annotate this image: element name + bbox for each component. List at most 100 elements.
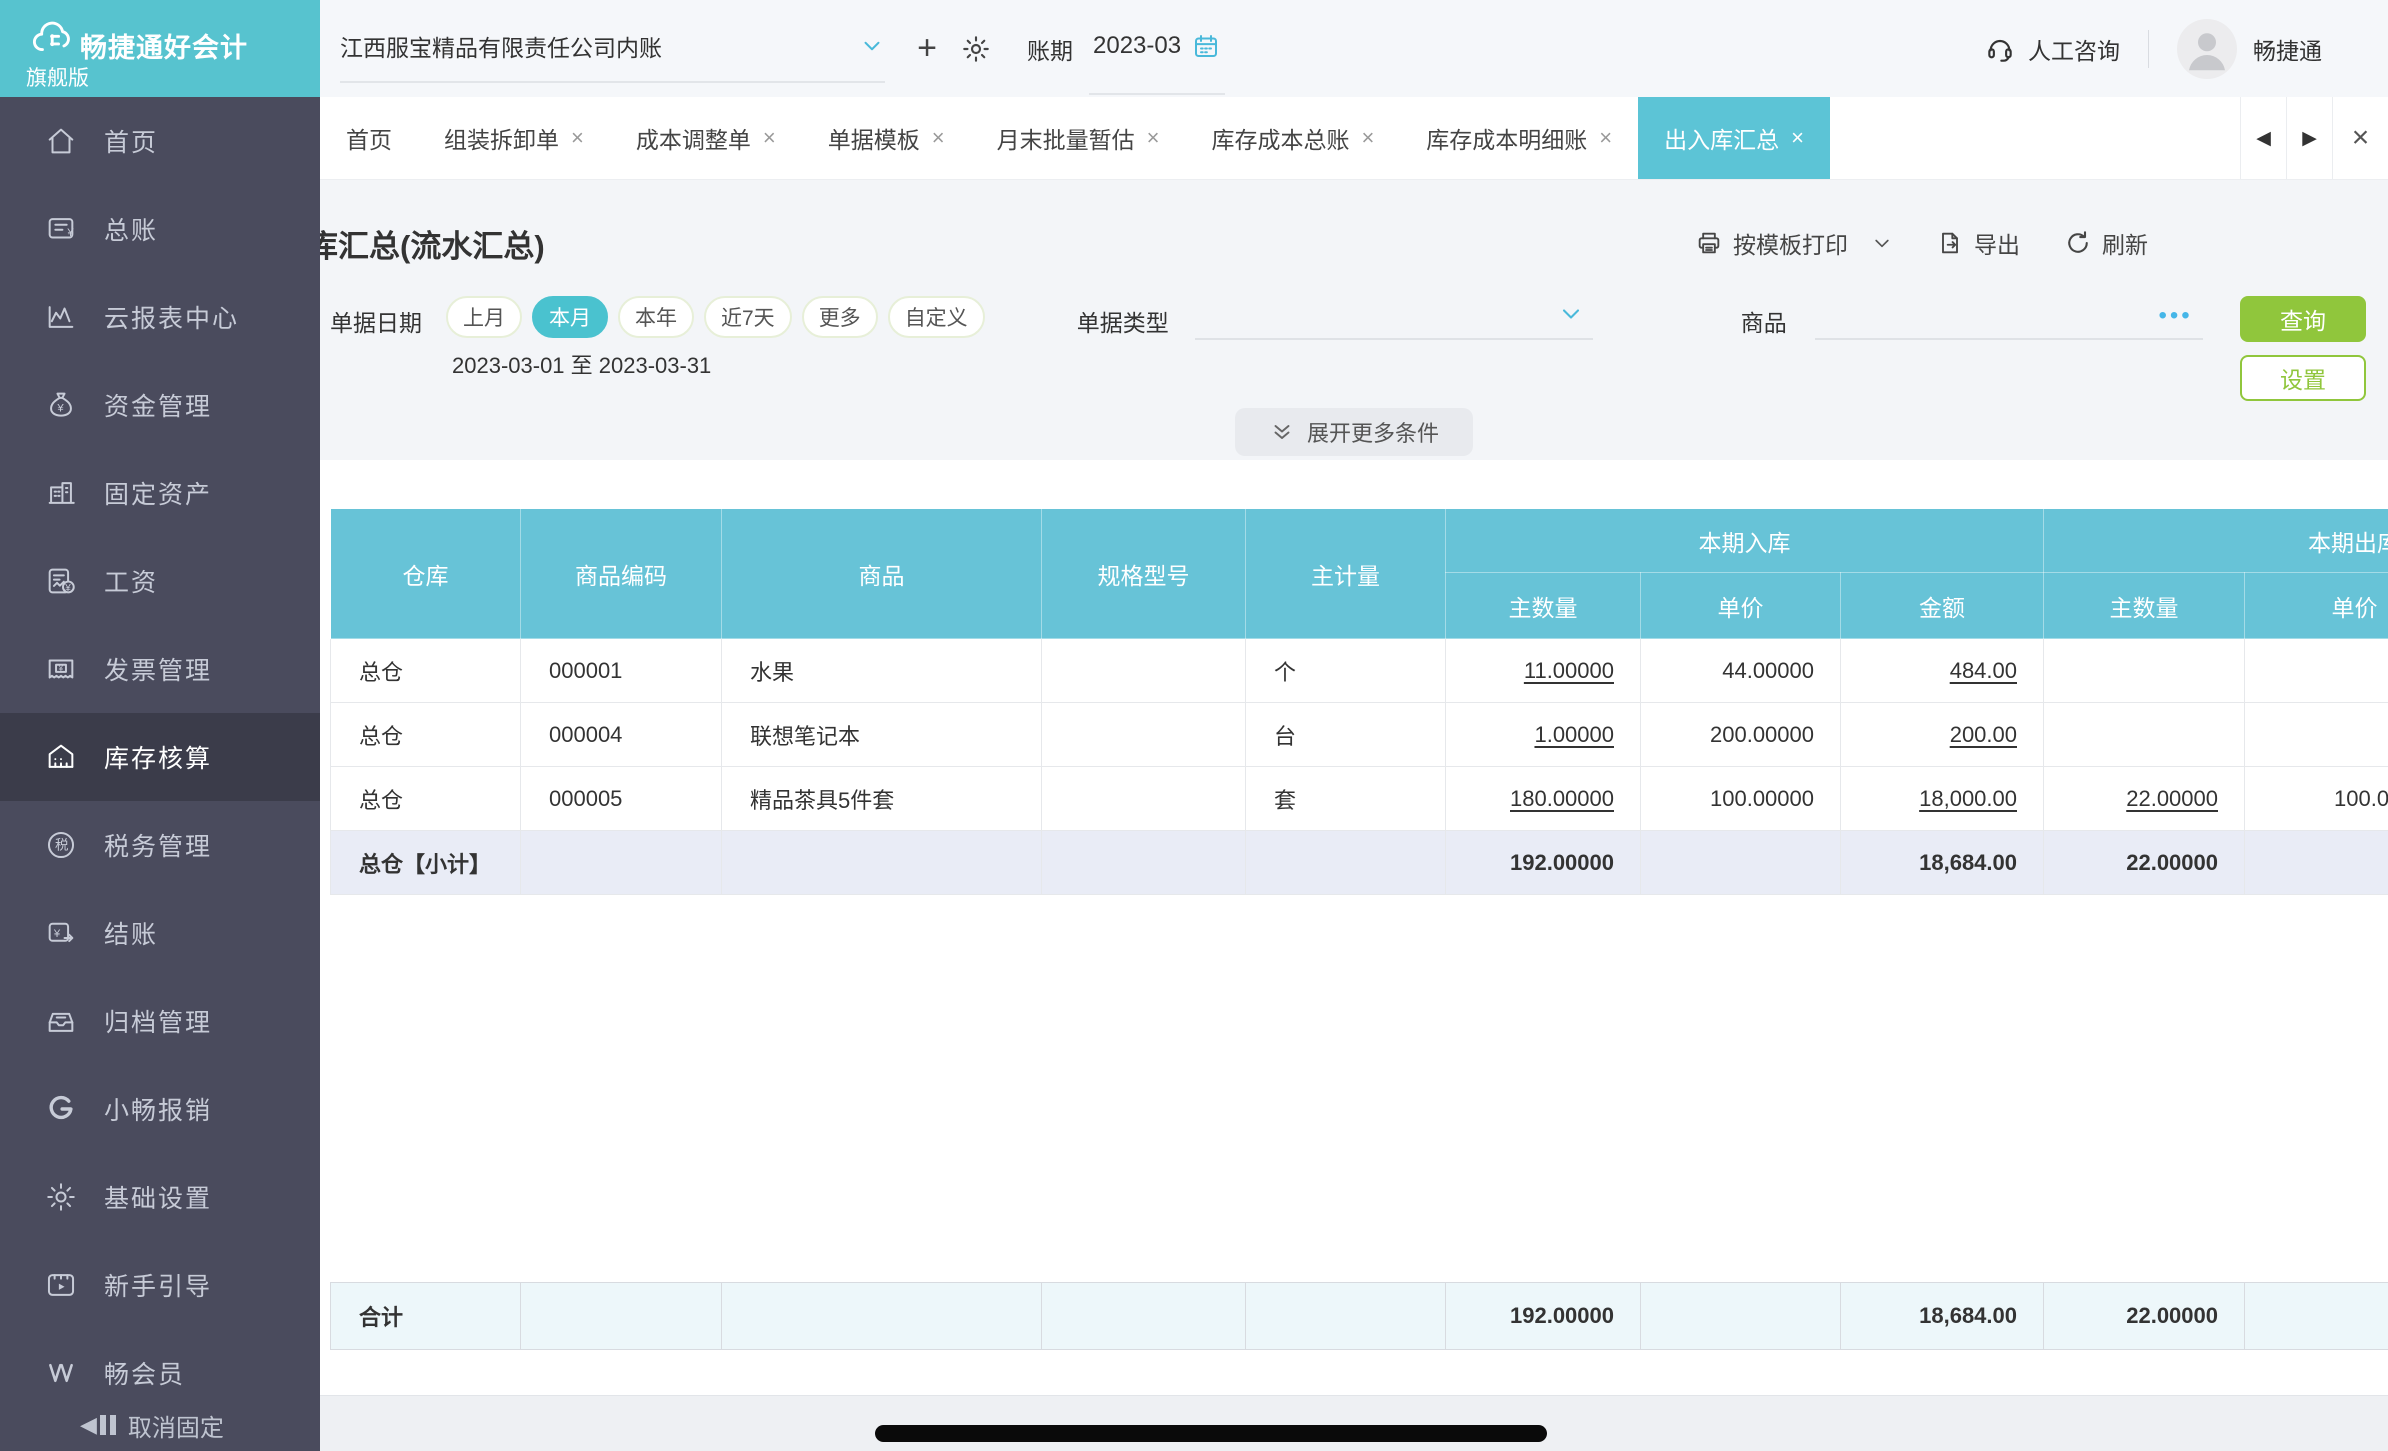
tab-stock-io-summary[interactable]: 出入库汇总 × bbox=[1638, 97, 1831, 179]
col-product: 商品 bbox=[721, 508, 1042, 639]
sidebar-item-archive[interactable]: 归档管理 bbox=[0, 977, 320, 1065]
print-by-template-button[interactable]: 按模板打印 bbox=[1695, 226, 1892, 260]
open-tabs: 首页 组装拆卸单 × 成本调整单 × 单据模板 × 月末批量暂估 × 库存成本总账 × bbox=[320, 97, 1831, 179]
sidebar-item-inventory[interactable]: 库存核算 bbox=[0, 713, 320, 801]
export-button[interactable]: 导出 bbox=[1936, 226, 2020, 260]
page-header: 出入库汇总(流水汇总) 按模板打印 bbox=[320, 180, 2388, 280]
drilldown-link[interactable]: 200.00 bbox=[1950, 722, 2017, 747]
expand-more-conditions[interactable]: 展开更多条件 bbox=[1234, 408, 1473, 456]
sidebar-item-closing[interactable]: ¥ 结账 bbox=[0, 889, 320, 977]
close-icon[interactable]: × bbox=[932, 125, 945, 151]
col-warehouse: 仓库 bbox=[330, 508, 521, 639]
ellipsis-icon[interactable]: ••• bbox=[2158, 304, 2192, 328]
sidebar-item-guide[interactable]: 新手引导 bbox=[0, 1241, 320, 1329]
sidebar-item-funds[interactable]: ¥ 资金管理 bbox=[0, 361, 320, 449]
tab-cost-adjust[interactable]: 成本调整单 × bbox=[610, 97, 802, 179]
sidebar-item-tax[interactable]: 税 税务管理 bbox=[0, 801, 320, 889]
company-selector[interactable]: 江西服宝精品有限责任公司内账 bbox=[340, 10, 885, 83]
subtotal-row: 总仓【小计】 192.00000 18,684.00 22.00000 bbox=[330, 830, 2388, 895]
pill-custom[interactable]: 自定义 bbox=[887, 296, 985, 338]
tab-home[interactable]: 首页 bbox=[320, 97, 418, 179]
cell-code: 000005 bbox=[520, 766, 722, 831]
drilldown-link[interactable]: 22.00000 bbox=[2126, 786, 2218, 811]
col-in-amount: 金额 bbox=[1840, 572, 2044, 639]
sidebar-menu: 首页 ¥ 总账 云报表中心 ¥ 资金管理 固定资产 ¥ 工资 ¥ 发票管理 库存… bbox=[0, 97, 320, 1417]
sidebar-item-label: 云报表中心 bbox=[104, 305, 240, 333]
user-name[interactable]: 畅捷通 bbox=[2253, 32, 2322, 66]
tab-stock-cost-detail[interactable]: 库存成本明细账 × bbox=[1400, 97, 1638, 179]
drilldown-link[interactable]: 11.00000 bbox=[1524, 658, 1614, 683]
tab-scroll-left-button[interactable]: ◀ bbox=[2240, 97, 2286, 179]
cell-spec bbox=[1041, 702, 1246, 767]
cell-total-label: 合计 bbox=[330, 1282, 521, 1350]
sidebar-item-label: 基础设置 bbox=[104, 1185, 213, 1213]
cell-product: 水果 bbox=[721, 638, 1042, 703]
date-filter-label: 单据日期 bbox=[330, 310, 422, 336]
pill-last-7-days[interactable]: 近7天 bbox=[704, 296, 792, 338]
pill-more[interactable]: 更多 bbox=[801, 296, 878, 338]
close-icon[interactable]: × bbox=[1361, 125, 1374, 151]
chevron-down-icon[interactable] bbox=[1872, 233, 1892, 253]
cell-warehouse: 总仓 bbox=[330, 638, 521, 703]
close-icon[interactable]: × bbox=[1599, 125, 1612, 151]
product-picker-field[interactable]: ••• bbox=[1814, 296, 2203, 340]
tab-month-end-estimate[interactable]: 月末批量暂估 × bbox=[971, 97, 1186, 179]
pill-this-year[interactable]: 本年 bbox=[618, 296, 694, 338]
sidebar-item-payroll[interactable]: ¥ 工资 bbox=[0, 537, 320, 625]
sidebar-item-general-ledger[interactable]: ¥ 总账 bbox=[0, 185, 320, 273]
tax-icon: 税 bbox=[44, 828, 78, 862]
drilldown-link[interactable]: 1.00000 bbox=[1534, 722, 1614, 747]
close-icon[interactable]: × bbox=[763, 125, 776, 151]
cell-in-amount: 200.00 bbox=[1840, 702, 2044, 767]
unpin-sidebar-button[interactable]: ◀ 取消固定 bbox=[0, 1399, 320, 1451]
expense-logo-icon bbox=[44, 1092, 78, 1126]
pill-last-month[interactable]: 上月 bbox=[446, 296, 522, 338]
payroll-icon: ¥ bbox=[44, 564, 78, 598]
support-button[interactable]: 人工咨询 bbox=[1984, 32, 2120, 66]
settings-button[interactable]: 设置 bbox=[2240, 355, 2366, 401]
close-icon[interactable]: × bbox=[1147, 125, 1160, 151]
page-actions: 按模板打印 导出 刷新 bbox=[1695, 226, 2148, 260]
report-chart-icon bbox=[44, 300, 78, 334]
sidebar-item-home[interactable]: 首页 bbox=[0, 97, 320, 185]
svg-text:¥: ¥ bbox=[66, 227, 74, 239]
close-icon[interactable]: × bbox=[1791, 125, 1804, 151]
page-title: 出入库汇总(流水汇总) bbox=[320, 228, 545, 264]
cell-subtotal-label: 总仓【小计】 bbox=[330, 830, 521, 895]
period-picker[interactable]: 2023-03 bbox=[1089, 0, 1226, 95]
doc-type-select[interactable] bbox=[1194, 296, 1593, 340]
sidebar-item-settings[interactable]: 基础设置 bbox=[0, 1153, 320, 1241]
avatar[interactable] bbox=[2177, 18, 2237, 79]
date-range-value[interactable]: 2023-03-01 至 2023-03-31 bbox=[452, 348, 985, 380]
add-account-button[interactable]: + bbox=[907, 0, 947, 97]
sidebar: 畅捷通好会计 旗舰版 首页 ¥ 总账 云报表中心 ¥ 资金管理 固定资产 ¥ 工… bbox=[0, 0, 320, 1451]
drilldown-link[interactable]: 484.00 bbox=[1950, 658, 2017, 683]
video-guide-icon bbox=[44, 1268, 78, 1302]
col-out-price: 单价 bbox=[2244, 572, 2388, 639]
drilldown-link[interactable]: 180.00000 bbox=[1510, 786, 1614, 811]
pill-this-month[interactable]: 本月 bbox=[532, 296, 608, 338]
divider bbox=[2148, 29, 2149, 68]
svg-text:¥: ¥ bbox=[53, 928, 61, 940]
cell-warehouse: 总仓 bbox=[330, 702, 521, 767]
close-all-tabs-button[interactable]: × bbox=[2332, 97, 2388, 179]
close-icon[interactable]: × bbox=[571, 125, 584, 151]
drilldown-link[interactable]: 18,000.00 bbox=[1919, 786, 2017, 811]
account-settings-button[interactable] bbox=[953, 0, 999, 97]
refresh-button[interactable]: 刷新 bbox=[2064, 226, 2148, 260]
cell-in-price: 200.00000 bbox=[1640, 702, 1841, 767]
cell-total-out-qty: 22.00000 bbox=[2043, 1282, 2245, 1350]
horizontal-scrollbar[interactable] bbox=[875, 1425, 1547, 1442]
cell-subtotal-in-amount: 18,684.00 bbox=[1840, 830, 2044, 895]
sidebar-item-expense[interactable]: 小畅报销 bbox=[0, 1065, 320, 1153]
tab-scroll-right-button[interactable]: ▶ bbox=[2286, 97, 2332, 179]
sidebar-item-invoices[interactable]: ¥ 发票管理 bbox=[0, 625, 320, 713]
sidebar-item-cloud-reports[interactable]: 云报表中心 bbox=[0, 273, 320, 361]
sidebar-item-label: 总账 bbox=[104, 217, 159, 245]
tab-stock-cost-ledger[interactable]: 库存成本总账 × bbox=[1185, 97, 1400, 179]
app-window: 畅捷通好会计 旗舰版 首页 ¥ 总账 云报表中心 ¥ 资金管理 固定资产 ¥ 工… bbox=[0, 0, 2388, 1451]
sidebar-item-fixed-assets[interactable]: 固定资产 bbox=[0, 449, 320, 537]
tab-assembly-order[interactable]: 组装拆卸单 × bbox=[418, 97, 610, 179]
query-button[interactable]: 查询 bbox=[2240, 296, 2366, 342]
tab-doc-template[interactable]: 单据模板 × bbox=[802, 97, 971, 179]
